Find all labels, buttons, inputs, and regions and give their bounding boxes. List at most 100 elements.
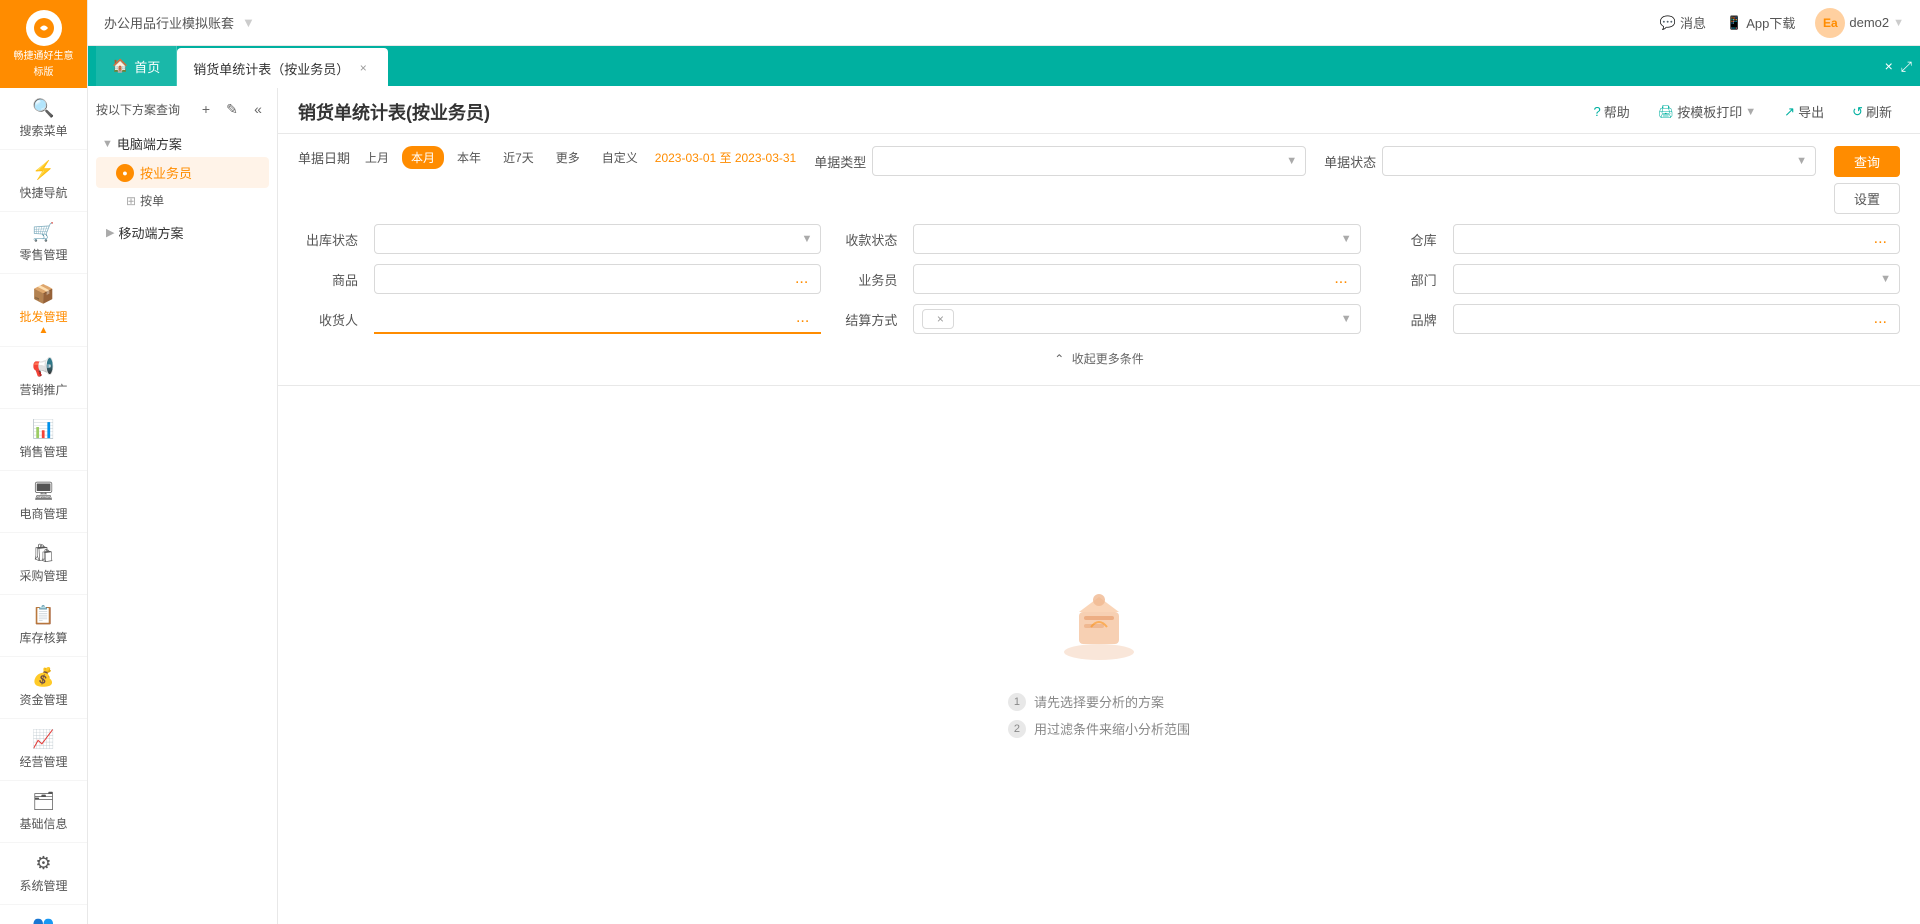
goods-control: ... xyxy=(374,264,821,294)
sidebar-item-finance[interactable]: 💰 资金管理 xyxy=(0,657,87,719)
mobile-group-header[interactable]: ▶ 移动端方案 xyxy=(96,219,269,246)
sidebar-item-search-menu[interactable]: 🔍 搜索菜单 xyxy=(0,88,87,150)
tab-close-button[interactable]: × xyxy=(355,60,371,76)
payment-select[interactable]: ▼ xyxy=(913,224,1360,254)
collapse-more-button[interactable]: ⌃ 收起更多条件 xyxy=(298,344,1900,373)
topbar-right: 💬 消息 📱 App下载 Ea demo2 ▼ xyxy=(1660,8,1904,38)
app-logo[interactable]: 畅捷通好生意 标版 xyxy=(0,0,88,88)
empty-state: 1 请先选择要分析的方案 2 用过滤条件来缩小分析范围 xyxy=(278,386,1920,924)
app-download-label: App下载 xyxy=(1746,13,1795,32)
page-actions: ? 帮助 🖨 按模板打印 ▼ ↗ 导出 ↺ 刷新 xyxy=(1585,98,1900,125)
desktop-expand-icon: ▼ xyxy=(102,138,113,150)
query-button[interactable]: 查询 xyxy=(1834,146,1900,177)
window-expand-icon[interactable]: ⤢ xyxy=(1901,58,1912,75)
receiver-dots[interactable]: ... xyxy=(792,309,813,327)
tree-item-salesperson[interactable]: ● 按业务员 xyxy=(96,157,269,188)
app-download-button[interactable]: 📱 App下载 xyxy=(1726,13,1795,32)
date-more-btn[interactable]: 更多 xyxy=(547,146,589,169)
export-icon: ↗ xyxy=(1784,104,1795,120)
left-panel-icons: + ✎ « xyxy=(195,98,269,120)
stock-out-control: ▼ xyxy=(374,224,821,254)
filter-row-3: 商品 ... 业务员 ... 部门 xyxy=(298,264,1900,294)
date-last-month-btn[interactable]: 上月 xyxy=(356,146,398,169)
quick-nav-icon: ⚡ xyxy=(32,160,54,181)
edit-icon: ✎ xyxy=(226,101,238,118)
date-this-month-btn[interactable]: 本月 xyxy=(402,146,444,169)
date-last7-btn[interactable]: 近7天 xyxy=(494,146,543,169)
user-name-label: demo2 xyxy=(1849,15,1889,30)
brand-label: 品牌 xyxy=(1377,310,1437,329)
warehouse-label: 仓库 xyxy=(1377,230,1437,249)
app-version-label: 标版 xyxy=(34,63,54,78)
payment-method-tag-close[interactable]: × xyxy=(933,312,947,326)
receiver-input[interactable]: ... xyxy=(374,304,821,334)
desktop-group-header[interactable]: ▼ 电脑端方案 xyxy=(96,130,269,157)
tree-sub-item-order[interactable]: ⊞ 按单 xyxy=(96,188,269,213)
sidebar-item-ecommerce[interactable]: 🖥 电商管理 xyxy=(0,471,87,533)
sidebar-item-basic[interactable]: 🗂 基础信息 xyxy=(0,781,87,843)
warehouse-dots[interactable]: ... xyxy=(1870,230,1891,248)
sidebar-item-inventory[interactable]: 📋 库存核算 xyxy=(0,595,87,657)
goods-input[interactable]: ... xyxy=(374,264,821,294)
sidebar-item-wholesale[interactable]: 📦 批发管理 ▲ xyxy=(0,274,87,347)
tab-home[interactable]: 🏠 首页 xyxy=(96,46,177,86)
app-name-label: 畅捷通好生意 xyxy=(14,50,74,63)
payment-arrow: ▼ xyxy=(1341,233,1352,245)
query-buttons: 查询 设置 xyxy=(1834,146,1900,214)
settings-button[interactable]: 设置 xyxy=(1834,183,1900,214)
sidebar-item-label: 营销推广 xyxy=(19,381,67,398)
home-icon: 🏠 xyxy=(112,58,128,74)
goods-dots[interactable]: ... xyxy=(791,270,812,288)
message-button[interactable]: 💬 消息 xyxy=(1660,13,1706,32)
stock-out-label: 出库状态 xyxy=(298,230,358,249)
payment-control: ▼ xyxy=(913,224,1360,254)
export-label: 导出 xyxy=(1798,102,1824,121)
right-panel: 销货单统计表(按业务员) ? 帮助 🖨 按模板打印 ▼ ↗ 导出 xyxy=(278,86,1920,924)
left-panel-title: 按以下方案查询 xyxy=(96,101,180,118)
tab-active[interactable]: 销货单统计表（按业务员） × xyxy=(177,48,388,88)
refresh-button[interactable]: ↺ 刷新 xyxy=(1844,98,1900,125)
receiver-control: ... xyxy=(374,304,821,334)
doc-type-select[interactable]: ▼ xyxy=(872,146,1306,176)
sidebar-item-retail[interactable]: 🛒 零售管理 xyxy=(0,212,87,274)
sidebar-item-label: 批发管理 xyxy=(19,308,67,325)
collapse-panel-button[interactable]: « xyxy=(247,98,269,120)
sidebar-item-operations[interactable]: 📈 经营管理 xyxy=(0,719,87,781)
template-print-button[interactable]: 🖨 按模板打印 ▼ xyxy=(1650,98,1764,125)
template-print-dropdown-icon: ▼ xyxy=(1745,106,1756,118)
payment-method-select[interactable]: × ▼ xyxy=(913,304,1360,334)
export-button[interactable]: ↗ 导出 xyxy=(1776,98,1832,125)
salesperson-input[interactable]: ... xyxy=(913,264,1360,294)
brand-input[interactable]: ... xyxy=(1453,304,1900,334)
goods-label: 商品 xyxy=(298,270,358,289)
user-profile[interactable]: Ea demo2 ▼ xyxy=(1815,8,1904,38)
page-header: 销货单统计表(按业务员) ? 帮助 🖨 按模板打印 ▼ ↗ 导出 xyxy=(278,86,1920,134)
sidebar-item-quick-nav[interactable]: ⚡ 快捷导航 xyxy=(0,150,87,212)
collapse-icon: ⌃ xyxy=(1054,352,1064,366)
operations-icon: 📈 xyxy=(32,729,54,750)
help-button[interactable]: ? 帮助 xyxy=(1585,98,1637,125)
edit-scheme-button[interactable]: ✎ xyxy=(221,98,243,120)
warehouse-input[interactable]: ... xyxy=(1453,224,1900,254)
filter-area: 单据日期 上月 本月 本年 近7天 更多 自定义 2023-03-01 至 20… xyxy=(278,134,1920,386)
sidebar-item-purchase[interactable]: 🛍 采购管理 xyxy=(0,533,87,595)
brand-dots[interactable]: ... xyxy=(1870,310,1891,328)
salesperson-dots[interactable]: ... xyxy=(1330,270,1351,288)
sidebar-item-sales[interactable]: 📊 销售管理 xyxy=(0,409,87,471)
payment-method-arrow: ▼ xyxy=(1341,313,1352,325)
add-scheme-button[interactable]: + xyxy=(195,98,217,120)
breadcrumb: 办公用品行业模拟账套 xyxy=(104,13,234,32)
dept-select[interactable]: ▼ xyxy=(1453,264,1900,294)
window-close-icon[interactable]: × xyxy=(1885,58,1893,74)
enterprise-icon: 👥 xyxy=(32,915,54,924)
sales-icon: 📊 xyxy=(32,419,54,440)
message-label: 消息 xyxy=(1680,13,1706,32)
sidebar-item-system[interactable]: ⚙ 系统管理 xyxy=(0,843,87,905)
date-custom-btn[interactable]: 自定义 xyxy=(593,146,647,169)
doc-status-select[interactable]: ▼ xyxy=(1382,146,1816,176)
sidebar-item-enterprise[interactable]: 👥 企业协同 xyxy=(0,905,87,924)
doc-status-arrow: ▼ xyxy=(1796,155,1807,167)
sidebar-item-marketing[interactable]: 📢 营销推广 xyxy=(0,347,87,409)
date-this-year-btn[interactable]: 本年 xyxy=(448,146,490,169)
stock-out-select[interactable]: ▼ xyxy=(374,224,821,254)
